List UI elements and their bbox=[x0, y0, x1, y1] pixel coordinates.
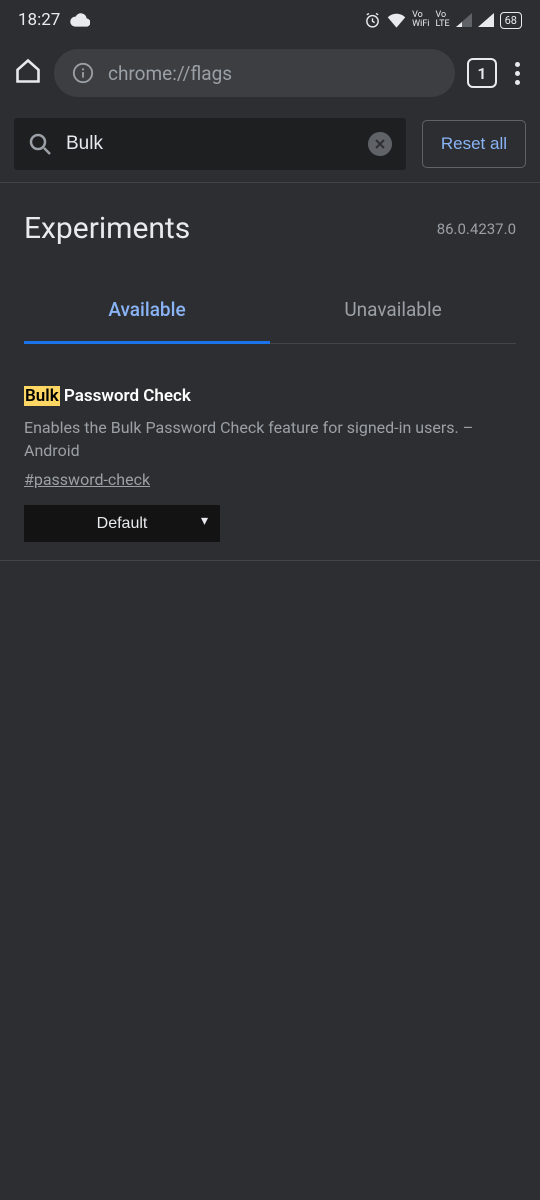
signal-icon-1 bbox=[456, 13, 472, 27]
search-row: Reset all bbox=[0, 106, 540, 182]
tab-unavailable[interactable]: Unavailable bbox=[270, 282, 516, 343]
tabs: Available Unavailable bbox=[24, 282, 516, 344]
flag-hash-link[interactable]: #password-check bbox=[24, 470, 150, 489]
android-status-bar: 18:27 VoWiFi VoLTE 68 bbox=[0, 0, 540, 40]
url-bar[interactable]: chrome://flags bbox=[54, 49, 455, 97]
overflow-menu-button[interactable] bbox=[509, 62, 526, 85]
version-label: 86.0.4237.0 bbox=[437, 220, 516, 238]
search-icon bbox=[28, 132, 52, 156]
home-icon bbox=[14, 57, 42, 85]
clear-search-button[interactable] bbox=[368, 132, 392, 156]
flag-title: Bulk Password Check bbox=[24, 386, 516, 406]
cloud-icon bbox=[70, 13, 90, 27]
page-title: Experiments bbox=[24, 211, 190, 246]
tab-switcher[interactable]: 1 bbox=[467, 58, 497, 88]
browser-toolbar: chrome://flags 1 bbox=[0, 40, 540, 106]
signal-icon-2 bbox=[478, 13, 494, 27]
volte-icon: VoLTE bbox=[436, 11, 450, 29]
tab-count-value: 1 bbox=[477, 64, 486, 83]
status-time: 18:27 bbox=[18, 10, 60, 30]
reset-all-button[interactable]: Reset all bbox=[422, 120, 526, 168]
flag-description: Enables the Bulk Password Check feature … bbox=[24, 416, 516, 462]
flag-item: Bulk Password Check Enables the Bulk Pas… bbox=[0, 344, 540, 561]
battery-indicator: 68 bbox=[500, 12, 522, 29]
flag-title-highlight: Bulk bbox=[24, 386, 60, 406]
vowifi-icon: VoWiFi bbox=[412, 11, 429, 29]
url-text: chrome://flags bbox=[108, 62, 232, 85]
close-icon bbox=[374, 138, 386, 150]
wifi-icon bbox=[387, 13, 406, 28]
flag-search-box bbox=[14, 118, 406, 170]
alarm-icon bbox=[364, 12, 381, 29]
tab-available[interactable]: Available bbox=[24, 282, 270, 344]
flag-search-input[interactable] bbox=[66, 133, 354, 155]
page-header: Experiments 86.0.4237.0 bbox=[0, 183, 540, 264]
home-button[interactable] bbox=[14, 57, 42, 89]
info-icon bbox=[72, 62, 94, 84]
flag-state-select-wrapper: Default bbox=[24, 505, 220, 542]
flag-title-rest: Password Check bbox=[60, 386, 191, 406]
flag-state-select[interactable]: Default bbox=[24, 505, 220, 542]
